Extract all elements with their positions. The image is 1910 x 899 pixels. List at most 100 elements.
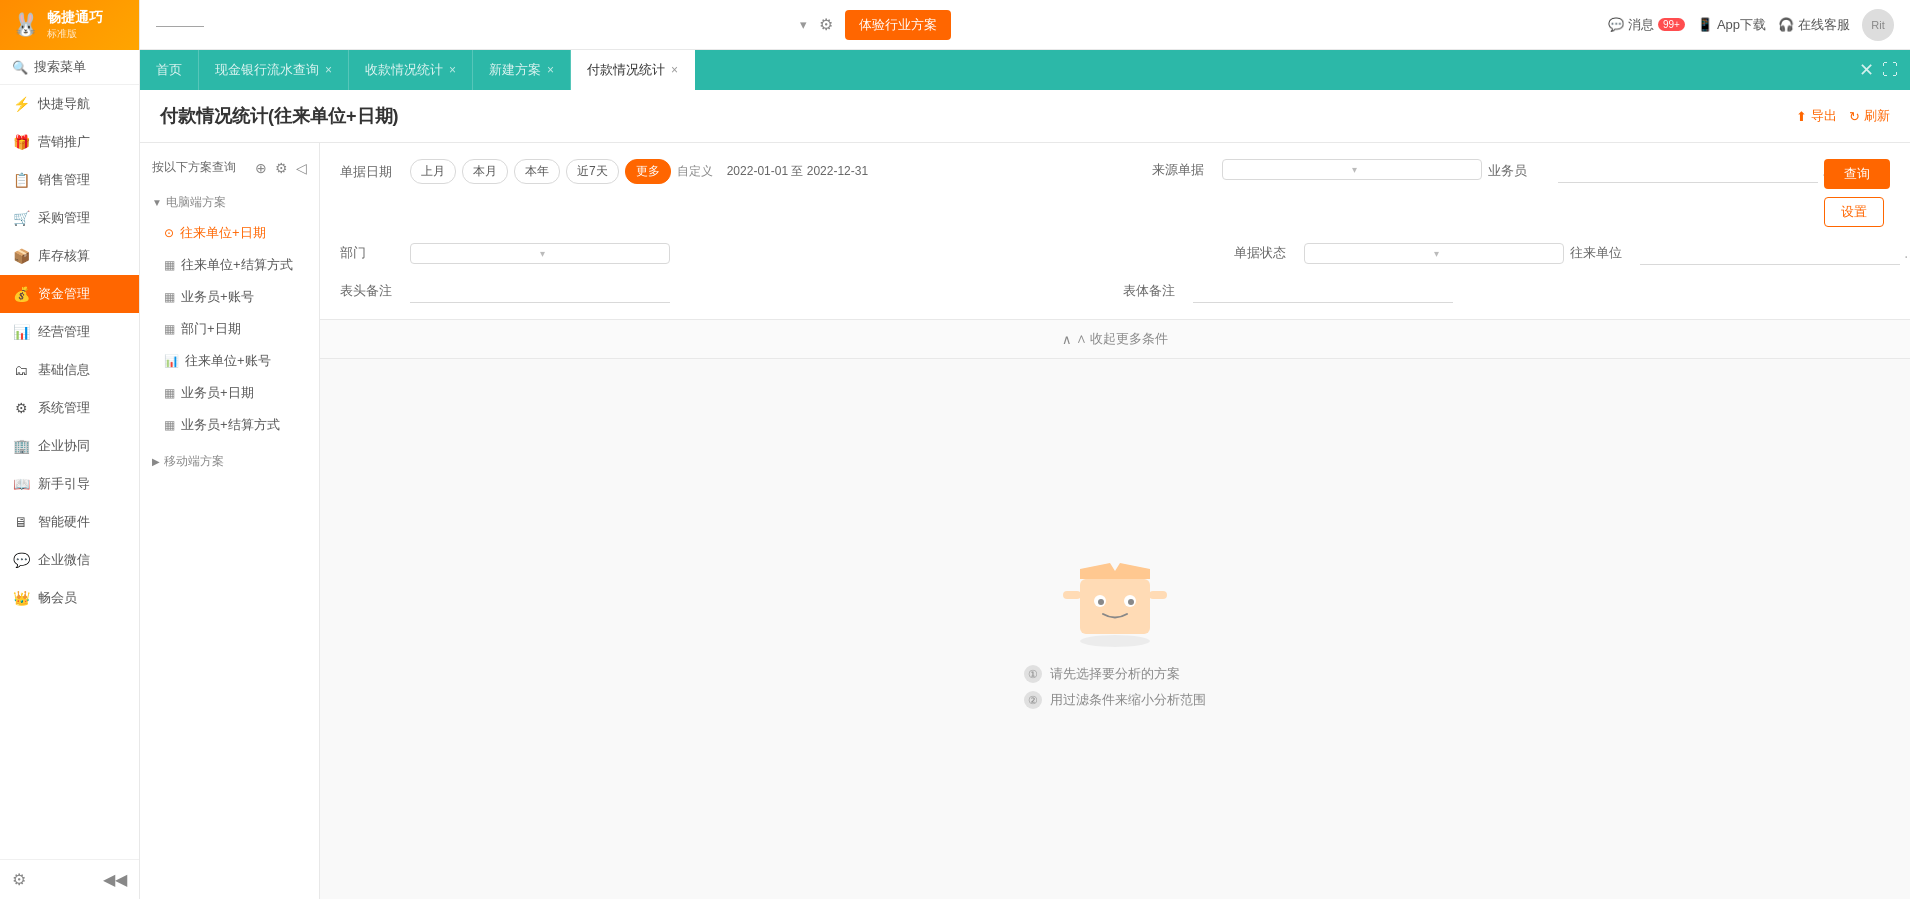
expand-icon[interactable]: ⛶ [1882,61,1898,79]
panel-item-unit-date[interactable]: ⊙ 往来单位+日期 [140,217,319,249]
tab-cashflow[interactable]: 现金银行流水查询 × [199,50,349,90]
head-note-label: 表头备注 [340,282,410,300]
search-menu[interactable]: 🔍 搜索菜单 [0,50,139,85]
sidebar-footer: ⚙ ◀◀ [0,859,139,899]
panel-item-sales-settlement[interactable]: ▦ 业务员+结算方式 [140,409,319,441]
sidebar-item-hardware[interactable]: 🖥 智能硬件 [0,503,139,541]
panel-item-unit-settlement[interactable]: ▦ 往来单位+结算方式 [140,249,319,281]
panel-item-sales-date[interactable]: ▦ 业务员+日期 [140,377,319,409]
enterprise-icon: 🏢 [12,437,30,455]
tab-receipt-label: 收款情况统计 [365,61,443,79]
service-label: 在线客服 [1798,16,1850,34]
sidebar-item-purchase[interactable]: 🛒 采购管理 [0,199,139,237]
tab-cashflow-close[interactable]: × [325,63,332,77]
head-note-input[interactable] [410,279,670,303]
dept-dropdown-icon: ▾ [540,248,659,259]
close-all-icon[interactable]: ✕ [1859,59,1874,81]
service-icon: 🎧 [1778,17,1794,32]
source-label: 来源单据 [1152,161,1222,179]
date-custom-label[interactable]: 自定义 [677,163,713,180]
date-pill-this-month[interactable]: 本月 [462,159,508,184]
tab-payment[interactable]: 付款情况统计 × [571,50,695,90]
message-action[interactable]: 💬 消息 99+ [1608,16,1685,34]
group-title-label: 电脑端方案 [166,194,226,211]
sidebar-item-guide[interactable]: 📖 新手引导 [0,465,139,503]
sidebar-item-label: 畅会员 [38,589,77,607]
group-title-label: 移动端方案 [164,453,224,470]
panel-settings-icon[interactable]: ⚙ [275,160,288,176]
dept-label: 部门 [340,244,410,262]
query-button[interactable]: 查询 [1824,159,1890,189]
quick-nav-icon: ⚡ [12,95,30,113]
sidebar-item-operation[interactable]: 📊 经营管理 [0,313,139,351]
system-icon: ⚙ [12,399,30,417]
source-dropdown-icon: ▾ [1352,164,1471,175]
panel-group-mobile: ▶ 移动端方案 [140,447,319,476]
collapse-bar[interactable]: ∧ ∧ 收起更多条件 [320,320,1910,359]
panel-group-desktop-title[interactable]: ▼ 电脑端方案 [140,188,319,217]
tab-new-plan-close[interactable]: × [547,63,554,77]
panel-item-dept-date[interactable]: ▦ 部门+日期 [140,313,319,345]
sidebar-item-quick-nav[interactable]: ⚡ 快捷导航 [0,85,139,123]
topbar-dropdown-icon[interactable]: ▾ [800,17,807,32]
refresh-btn[interactable]: ↻ 刷新 [1849,107,1890,125]
tab-receipt-close[interactable]: × [449,63,456,77]
date-pill-this-year[interactable]: 本年 [514,159,560,184]
panel-group-mobile-title[interactable]: ▶ 移动端方案 [140,447,319,476]
tab-receipt[interactable]: 收款情况统计 × [349,50,473,90]
sidebar-item-label: 基础信息 [38,361,90,379]
app-download-action[interactable]: 📱 App下载 [1697,16,1766,34]
sidebar-item-marketing[interactable]: 🎁 营销推广 [0,123,139,161]
sidebar-item-finance[interactable]: 💰 资金管理 [0,275,139,313]
sidebar-item-inventory[interactable]: 📦 库存核算 [0,237,139,275]
unit-input[interactable] [1640,241,1900,265]
left-panel: 按以下方案查询 ⊕ ⚙ ◁ ▼ 电脑端方案 ⊙ 往来单位+日期 ▦ [140,143,320,899]
body-note-input[interactable] [1193,279,1453,303]
sidebar-item-member[interactable]: 👑 畅会员 [0,579,139,617]
item-icon: ▦ [164,322,175,336]
filter-area: 单据日期 上月 本月 本年 近7天 更多 自定义 2022-01-01 至 20… [320,143,1910,320]
sidebar-item-system[interactable]: ⚙ 系统管理 [0,389,139,427]
sidebar-item-label: 采购管理 [38,209,90,227]
date-pill-7days[interactable]: 近7天 [566,159,619,184]
item-icon: ▦ [164,418,175,432]
panel-item-sales-account[interactable]: ▦ 业务员+账号 [140,281,319,313]
collapse-sidebar-icon[interactable]: ◀◀ [103,870,127,889]
svg-point-0 [1080,635,1150,647]
basic-icon: 🗂 [12,361,30,379]
status-select[interactable]: ▾ [1304,243,1564,264]
panel-group-desktop: ▼ 电脑端方案 ⊙ 往来单位+日期 ▦ 往来单位+结算方式 ▦ 业务员+账号 [140,188,319,441]
online-service-action[interactable]: 🎧 在线客服 [1778,16,1850,34]
sidebar-item-label: 智能硬件 [38,513,90,531]
sidebar-item-enterprise[interactable]: 🏢 企业协同 [0,427,139,465]
sidebar-item-sales[interactable]: 📋 销售管理 [0,161,139,199]
export-label: 导出 [1811,107,1837,125]
panel-collapse-icon[interactable]: ◁ [296,160,307,176]
industry-btn[interactable]: 体验行业方案 [845,10,951,40]
tab-home[interactable]: 首页 [140,50,199,90]
settings-button[interactable]: 设置 [1824,197,1884,227]
user-avatar[interactable]: Rit [1862,9,1894,41]
sidebar-item-label: 企业协同 [38,437,90,455]
date-pill-last-month[interactable]: 上月 [410,159,456,184]
sidebar-item-basic[interactable]: 🗂 基础信息 [0,351,139,389]
settings-icon[interactable]: ⚙ [12,870,26,889]
empty-tips: ① 请先选择要分析的方案 ② 用过滤条件来缩小分析范围 [1024,665,1206,709]
unit-dots[interactable]: ... [1900,244,1910,262]
tab-payment-close[interactable]: × [671,63,678,77]
sales-input[interactable] [1558,159,1818,183]
source-select[interactable]: ▾ [1222,159,1482,180]
topbar-settings-icon[interactable]: ⚙ [819,15,833,34]
tab-new-plan[interactable]: 新建方案 × [473,50,571,90]
date-pill-more[interactable]: 更多 [625,159,671,184]
dept-select[interactable]: ▾ [410,243,670,264]
sidebar-item-label: 系统管理 [38,399,90,417]
app-icon: 📱 [1697,17,1713,32]
export-btn[interactable]: ⬆ 导出 [1796,107,1837,125]
message-label: 消息 [1628,16,1654,34]
item-icon: ▦ [164,258,175,272]
panel-add-icon[interactable]: ⊕ [255,160,267,176]
body-note-label: 表体备注 [1123,282,1193,300]
panel-item-unit-account[interactable]: 📊 往来单位+账号 [140,345,319,377]
sidebar-item-weixin[interactable]: 💬 企业微信 [0,541,139,579]
